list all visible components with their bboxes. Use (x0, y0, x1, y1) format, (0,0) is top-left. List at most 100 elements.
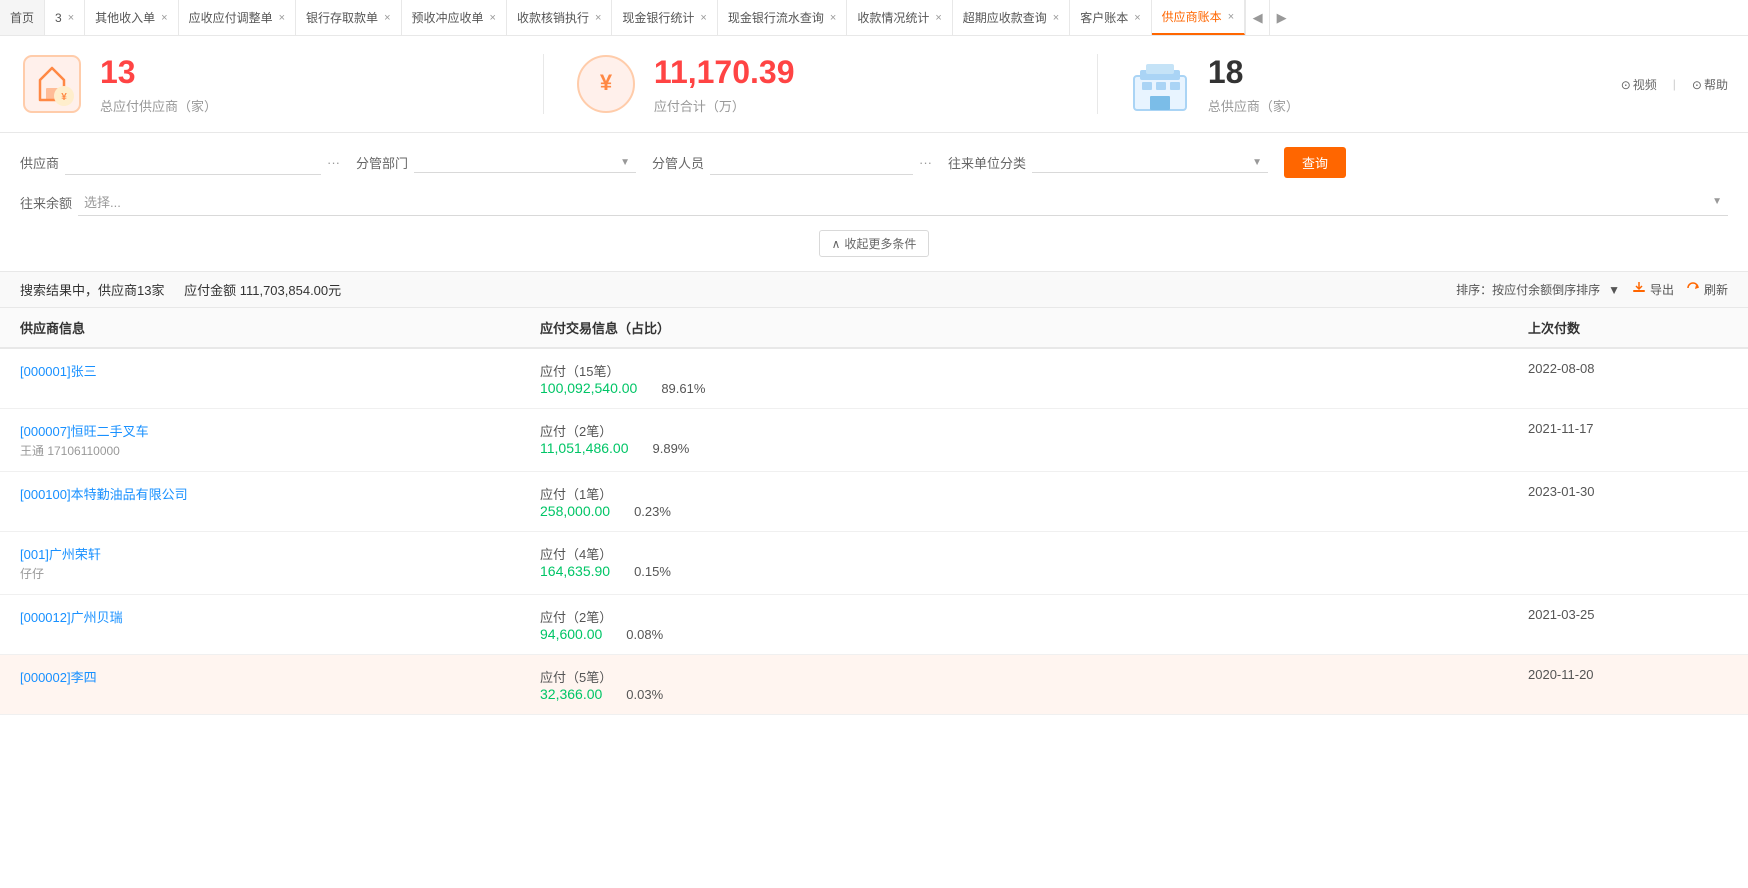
svg-text:¥: ¥ (61, 92, 67, 103)
supplier-link-5[interactable]: [000012]广州贝瑞 (20, 610, 123, 625)
balance-filter-label: 往来余额 (20, 193, 72, 212)
close-icon[interactable]: × (161, 12, 167, 24)
stat-payable-total: ¥ 11,170.39 应付合计（万） (574, 52, 1067, 116)
tx-amount-1[interactable]: 100,092,540.00 (540, 380, 637, 396)
sort-dropdown[interactable]: 排序：按应付余额倒序排序 ▼ (1456, 281, 1620, 298)
close-icon[interactable]: × (68, 12, 74, 24)
nav-tab-3[interactable]: 3 × (45, 0, 85, 35)
tx-amount-5[interactable]: 94,600.00 (540, 626, 602, 642)
dept-filter: 分管部门 ▼ (356, 153, 636, 173)
nav-prev-arrow[interactable]: ◀ (1245, 0, 1269, 35)
nav-bank-deposit[interactable]: 银行存取款单 × (296, 0, 401, 35)
last-pay-cell-1: 2022-08-08 (1528, 361, 1728, 376)
payable-total-label: 应付合计（万） (654, 96, 1067, 115)
nav-ar-ap-adjustment[interactable]: 应收应付调整单 × (179, 0, 296, 35)
close-icon[interactable]: × (830, 12, 836, 24)
tx-amount-3[interactable]: 258,000.00 (540, 503, 610, 519)
nav-other-income[interactable]: 其他收入单 × (85, 0, 178, 35)
nav-overdue-query[interactable]: 超期应收款查询 × (953, 0, 1070, 35)
nav-next-arrow[interactable]: ▶ (1269, 0, 1293, 35)
payable-total-icon: ¥ (574, 52, 638, 116)
payable-total-amount: 11,170.39 (654, 53, 1067, 91)
stat-divider-1 (543, 54, 544, 114)
payable-suppliers-count: 13 (100, 53, 513, 91)
last-pay-cell-6: 2020-11-20 (1528, 667, 1728, 682)
top-navigation: 首页 3 × 其他收入单 × 应收应付调整单 × 银行存取款单 × 预收冲应收单… (0, 0, 1748, 36)
tx-amount-6[interactable]: 32,366.00 (540, 686, 602, 702)
close-icon[interactable]: × (1228, 11, 1234, 23)
nav-receipt-stats[interactable]: 收款情况统计 × (847, 0, 952, 35)
balance-dropdown-icon: ▼ (1712, 196, 1722, 207)
nav-cash-bank-stats[interactable]: 现金银行统计 × (612, 0, 717, 35)
supplier-input[interactable] (65, 151, 321, 175)
video-link[interactable]: ⊙视频 (1621, 76, 1657, 93)
category-filter: 往来单位分类 ▼ (948, 153, 1268, 173)
supplier-dots-button[interactable]: ··· (327, 155, 340, 170)
tx-cell-2: 应付（2笔） 11,051,486.00 9.89% (540, 421, 1528, 456)
stats-header: ¥ 13 总应付供应商（家） ¥ 11,170.39 应付合计（万） (0, 36, 1748, 133)
supplier-link-4[interactable]: [001]广州荣轩 (20, 547, 101, 562)
export-button[interactable]: 导出 (1632, 281, 1674, 298)
nav-home[interactable]: 首页 (0, 0, 45, 35)
supplier-cell-1: [000001]张三 (20, 361, 540, 380)
supplier-link-2[interactable]: [000007]恒旺二手叉车 (20, 424, 149, 439)
supplier-link-3[interactable]: [000100]本特勤油品有限公司 (20, 487, 188, 502)
nav-receipt-verify[interactable]: 收款核销执行 × (507, 0, 612, 35)
close-icon[interactable]: × (935, 12, 941, 24)
tx-percent-3: 0.23% (634, 504, 671, 519)
tx-amount-4[interactable]: 164,635.90 (540, 563, 610, 579)
payable-suppliers-label: 总应付供应商（家） (100, 96, 513, 115)
category-select[interactable]: ▼ (1032, 153, 1268, 173)
stat-payable-suppliers: ¥ 13 总应付供应商（家） (20, 52, 513, 116)
collapse-button[interactable]: ∧ 收起更多条件 (819, 230, 930, 257)
tx-percent-4: 0.15% (634, 564, 671, 579)
table-row: [000007]恒旺二手叉车 王通 17106110000 应付（2笔） 11,… (0, 409, 1748, 472)
last-pay-cell-2: 2021-11-17 (1528, 421, 1728, 436)
filter-row-1: 供应商 ··· 分管部门 ▼ 分管人员 ··· 往来单位分类 ▼ 查询 (20, 147, 1728, 178)
refresh-button[interactable]: 刷新 (1686, 281, 1728, 298)
nav-prepay-offset[interactable]: 预收冲应收单 × (402, 0, 507, 35)
col-supplier-info: 供应商信息 (20, 318, 540, 337)
close-icon[interactable]: × (279, 12, 285, 24)
balance-select[interactable]: 选择... ▼ (78, 188, 1728, 216)
close-icon[interactable]: × (1134, 12, 1140, 24)
tx-amount-2[interactable]: 11,051,486.00 (540, 440, 629, 456)
supplier-link-6[interactable]: [000002]李四 (20, 670, 97, 685)
table-row: [000001]张三 应付（15笔） 100,092,540.00 89.61%… (0, 349, 1748, 409)
stat-divider-2 (1097, 54, 1098, 114)
person-input[interactable] (710, 151, 913, 175)
person-filter-label: 分管人员 (652, 153, 704, 172)
person-dots-button[interactable]: ··· (919, 155, 932, 170)
supplier-filter: 供应商 ··· (20, 151, 340, 175)
results-actions: 排序：按应付余额倒序排序 ▼ 导出 刷新 (1456, 281, 1728, 298)
tx-cell-1: 应付（15笔） 100,092,540.00 89.61% (540, 361, 1528, 396)
person-filter: 分管人员 ··· (652, 151, 932, 175)
table-row: [000012]广州贝瑞 应付（2笔） 94,600.00 0.08% 2021… (0, 595, 1748, 655)
close-icon[interactable]: × (384, 12, 390, 24)
collapse-chevron-icon: ∧ (832, 237, 841, 251)
close-icon[interactable]: × (700, 12, 706, 24)
results-bar: 搜索结果中，供应商13家 应付金额 111,703,854.00元 排序：按应付… (0, 272, 1748, 308)
close-icon[interactable]: × (1053, 12, 1059, 24)
stat-total-suppliers: 18 总供应商（家） (1128, 52, 1621, 116)
close-icon[interactable]: × (595, 12, 601, 24)
nav-cash-bank-flow[interactable]: 现金银行流水查询 × (718, 0, 847, 35)
supplier-link-1[interactable]: [000001]张三 (20, 364, 97, 379)
supplier-cell-6: [000002]李四 (20, 667, 540, 686)
nav-customer-ledger[interactable]: 客户账本 × (1070, 0, 1151, 35)
table-container: 供应商信息 应付交易信息（占比） 上次付数 [000001]张三 应付（15笔）… (0, 308, 1748, 888)
nav-supplier-ledger[interactable]: 供应商账本 × (1152, 0, 1245, 35)
dept-select[interactable]: ▼ (414, 153, 636, 173)
last-pay-cell-3: 2023-01-30 (1528, 484, 1728, 499)
help-link[interactable]: ⊙帮助 (1692, 76, 1728, 93)
tx-percent-6: 0.03% (626, 687, 663, 702)
table-header: 供应商信息 应付交易信息（占比） 上次付数 (0, 308, 1748, 349)
category-dropdown-icon: ▼ (1252, 157, 1262, 168)
table-row: [000100]本特勤油品有限公司 应付（1笔） 258,000.00 0.23… (0, 472, 1748, 532)
close-icon[interactable]: × (490, 12, 496, 24)
col-last-pay: 上次付数 (1528, 318, 1728, 337)
tx-cell-3: 应付（1笔） 258,000.00 0.23% (540, 484, 1528, 519)
table-body: [000001]张三 应付（15笔） 100,092,540.00 89.61%… (0, 349, 1748, 888)
supplier-filter-label: 供应商 (20, 153, 59, 172)
search-button[interactable]: 查询 (1284, 147, 1346, 178)
